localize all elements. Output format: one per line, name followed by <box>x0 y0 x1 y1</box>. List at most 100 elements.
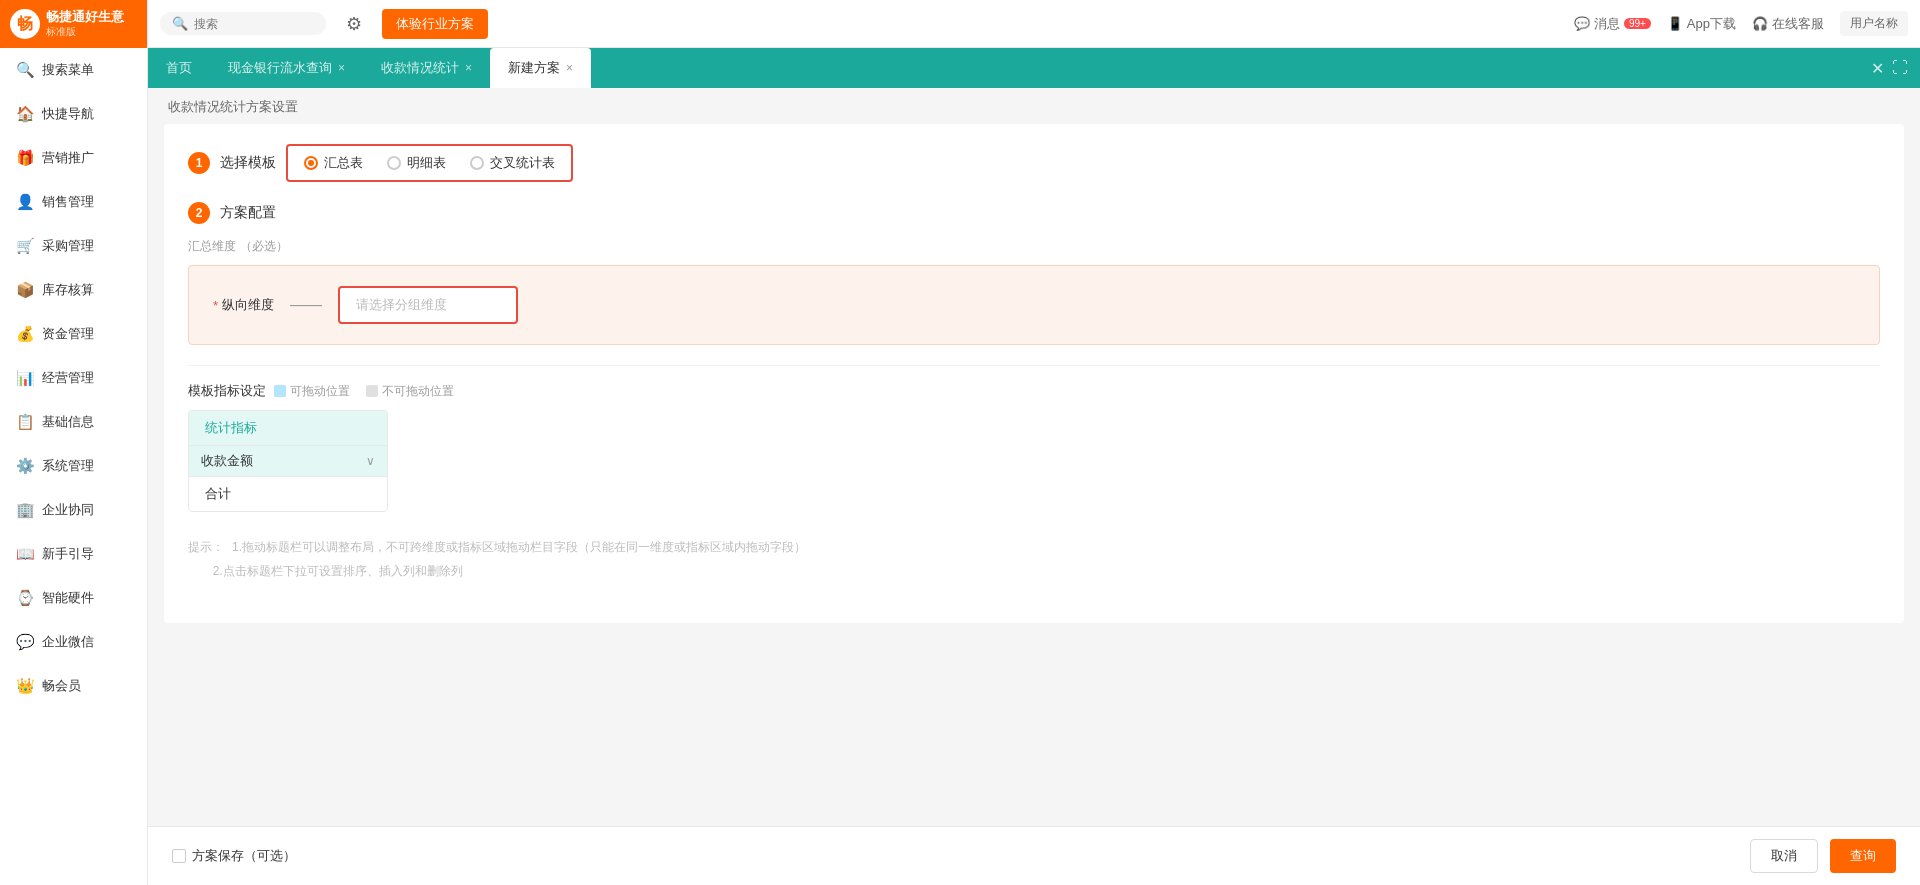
settings-card: 1 选择模板 汇总表 明细表 交 <box>164 124 1904 623</box>
headset-icon: 🎧 <box>1752 16 1768 31</box>
tab-receipt-stats-close[interactable]: × <box>465 62 472 74</box>
header-actions: 💬 消息 99+ 📱 App下载 🎧 在线客服 用户名称 <box>1574 11 1908 36</box>
sidebar-item-wechat[interactable]: 💬 企业微信 <box>0 620 147 664</box>
search-icon: 🔍 <box>172 16 188 31</box>
money-icon: 💰 <box>16 325 34 343</box>
arrow-icon: —— <box>290 296 322 314</box>
required-star: * <box>213 298 218 313</box>
download-button[interactable]: 📱 App下载 <box>1667 15 1736 33</box>
query-button[interactable]: 查询 <box>1830 839 1896 873</box>
sidebar: 畅 畅捷通好生意 标准版 🔍 搜索菜单 🏠 快捷导航 🎁 营销推广 👤 销售管理… <box>0 0 148 885</box>
step1-title: 选择模板 <box>220 154 276 172</box>
clipboard-icon: 📋 <box>16 413 34 431</box>
dimension-area: * 纵向维度 —— 请选择分组维度 <box>188 265 1880 345</box>
sidebar-item-base-info[interactable]: 📋 基础信息 <box>0 400 147 444</box>
user-menu[interactable]: 用户名称 <box>1840 11 1908 36</box>
tab-bank-flow[interactable]: 现金银行流水查询 × <box>210 48 363 88</box>
radio-detail[interactable]: 明细表 <box>387 154 446 172</box>
book-icon: 📖 <box>16 545 34 563</box>
sidebar-item-quick-nav[interactable]: 🏠 快捷导航 <box>0 92 147 136</box>
step2-section: 2 方案配置 汇总维度 （必选） * 纵向维度 —— <box>188 202 1880 583</box>
sidebar-item-guide[interactable]: 📖 新手引导 <box>0 532 147 576</box>
step1-num: 1 <box>188 152 210 174</box>
watch-icon: ⌚ <box>16 589 34 607</box>
radio-summary[interactable]: 汇总表 <box>304 154 363 172</box>
sidebar-item-marketing[interactable]: 🎁 营销推广 <box>0 136 147 180</box>
footer-buttons: 取消 查询 <box>1750 839 1896 873</box>
metrics-legend: 可拖动位置 不可拖动位置 <box>274 383 454 400</box>
breadcrumb: 收款情况统计方案设置 <box>148 88 1920 124</box>
tab-home[interactable]: 首页 <box>148 48 210 88</box>
step2-num: 2 <box>188 202 210 224</box>
logo-icon: 畅 <box>10 9 40 39</box>
page-footer: 方案保存（可选） 取消 查询 <box>148 826 1920 885</box>
step2-title: 方案配置 <box>220 204 276 222</box>
legend-fixed: 不可拖动位置 <box>366 383 454 400</box>
sidebar-item-purchase[interactable]: 🛒 采购管理 <box>0 224 147 268</box>
save-checkbox[interactable] <box>172 849 186 863</box>
tip-row-1: 提示： 1.拖动标题栏可以调整布局，不可跨维度或指标区域拖动栏目字段（只能在同一… <box>188 535 1880 559</box>
sidebar-item-enterprise[interactable]: 🏢 企业协同 <box>0 488 147 532</box>
metrics-header: 模板指标设定 可拖动位置 不可拖动位置 <box>188 382 1880 400</box>
sidebar-item-system[interactable]: ⚙️ 系统管理 <box>0 444 147 488</box>
search-input[interactable] <box>194 17 314 31</box>
sidebar-item-smart-hw[interactable]: ⌚ 智能硬件 <box>0 576 147 620</box>
tab-receipt-stats[interactable]: 收款情况统计 × <box>363 48 490 88</box>
sidebar-item-inventory[interactable]: 📦 库存核算 <box>0 268 147 312</box>
support-button[interactable]: 🎧 在线客服 <box>1752 15 1824 33</box>
dimension-label: 汇总维度 （必选） <box>188 238 1880 255</box>
cell-dropdown-icon[interactable]: ∨ <box>366 454 375 468</box>
header-search-box[interactable]: 🔍 <box>160 12 326 35</box>
tab-receipt-stats-label: 收款情况统计 <box>381 59 459 77</box>
tab-bank-flow-label: 现金银行流水查询 <box>228 59 332 77</box>
wechat-icon: 💬 <box>16 633 34 651</box>
user-icon: 👤 <box>16 193 34 211</box>
metrics-table-header: 统计指标 <box>189 411 387 446</box>
gift-icon: 🎁 <box>16 149 34 167</box>
logo-text: 畅捷通好生意 标准版 <box>46 9 124 39</box>
cancel-button[interactable]: 取消 <box>1750 839 1818 873</box>
sidebar-item-sales[interactable]: 👤 销售管理 <box>0 180 147 224</box>
notifications-button[interactable]: 💬 消息 99+ <box>1574 15 1651 33</box>
sidebar-logo: 畅 畅捷通好生意 标准版 <box>0 0 147 48</box>
main-area: 🔍 ⚙ 体验行业方案 💬 消息 99+ 📱 App下载 🎧 在线客服 用户名称 <box>148 0 1920 885</box>
box-icon: 📦 <box>16 281 34 299</box>
vertical-dim-label: * 纵向维度 <box>213 296 274 314</box>
tip-row-2: 2.点击标题栏下拉可设置排序、插入列和删除列 <box>188 559 1880 583</box>
chart-icon: 📊 <box>16 369 34 387</box>
sidebar-item-search-menu[interactable]: 🔍 搜索菜单 <box>0 48 147 92</box>
tabs-bar: 首页 现金银行流水查询 × 收款情况统计 × 新建方案 × ✕ ⛶ <box>148 48 1920 88</box>
download-icon: 📱 <box>1667 16 1683 31</box>
window-close-icon[interactable]: ✕ <box>1871 59 1884 78</box>
step1-header: 1 选择模板 汇总表 明细表 交 <box>188 144 1880 182</box>
tips-section: 提示： 1.拖动标题栏可以调整布局，不可跨维度或指标区域拖动栏目字段（只能在同一… <box>188 535 1880 583</box>
tab-new-plan-close[interactable]: × <box>566 62 573 74</box>
legend-fixed-dot <box>366 385 378 397</box>
tab-bank-flow-close[interactable]: × <box>338 62 345 74</box>
radio-cross[interactable]: 交叉统计表 <box>470 154 555 172</box>
sidebar-item-operations[interactable]: 📊 经营管理 <box>0 356 147 400</box>
section-divider <box>188 365 1880 366</box>
legend-movable: 可拖动位置 <box>274 383 350 400</box>
radio-cross-circle <box>470 156 484 170</box>
sidebar-item-member[interactable]: 👑 畅会员 <box>0 664 147 708</box>
cart-icon: 🛒 <box>16 237 34 255</box>
settings-icon[interactable]: ⚙ <box>342 9 366 39</box>
window-expand-icon[interactable]: ⛶ <box>1892 59 1908 77</box>
building-icon: 🏢 <box>16 501 34 519</box>
metrics-cell-total: 合计 <box>189 477 387 511</box>
sidebar-item-finance[interactable]: 💰 资金管理 <box>0 312 147 356</box>
radio-summary-circle <box>304 156 318 170</box>
header: 🔍 ⚙ 体验行业方案 💬 消息 99+ 📱 App下载 🎧 在线客服 用户名称 <box>148 0 1920 48</box>
metrics-section: 模板指标设定 可拖动位置 不可拖动位置 <box>188 382 1880 515</box>
step2-header: 2 方案配置 <box>188 202 1880 224</box>
search-menu-icon: 🔍 <box>16 61 34 79</box>
tab-new-plan[interactable]: 新建方案 × <box>490 48 591 88</box>
page-content: 收款情况统计方案设置 1 选择模板 汇总表 <box>148 88 1920 826</box>
metrics-cell-amount[interactable]: 收款金额 ∨ <box>189 446 387 477</box>
sidebar-menu: 🔍 搜索菜单 🏠 快捷导航 🎁 营销推广 👤 销售管理 🛒 采购管理 📦 库存核… <box>0 48 147 885</box>
grouping-dimension-select[interactable]: 请选择分组维度 <box>338 286 518 324</box>
radio-detail-circle <box>387 156 401 170</box>
metrics-table: 统计指标 收款金额 ∨ 合计 <box>188 410 388 512</box>
trial-button[interactable]: 体验行业方案 <box>382 9 488 39</box>
